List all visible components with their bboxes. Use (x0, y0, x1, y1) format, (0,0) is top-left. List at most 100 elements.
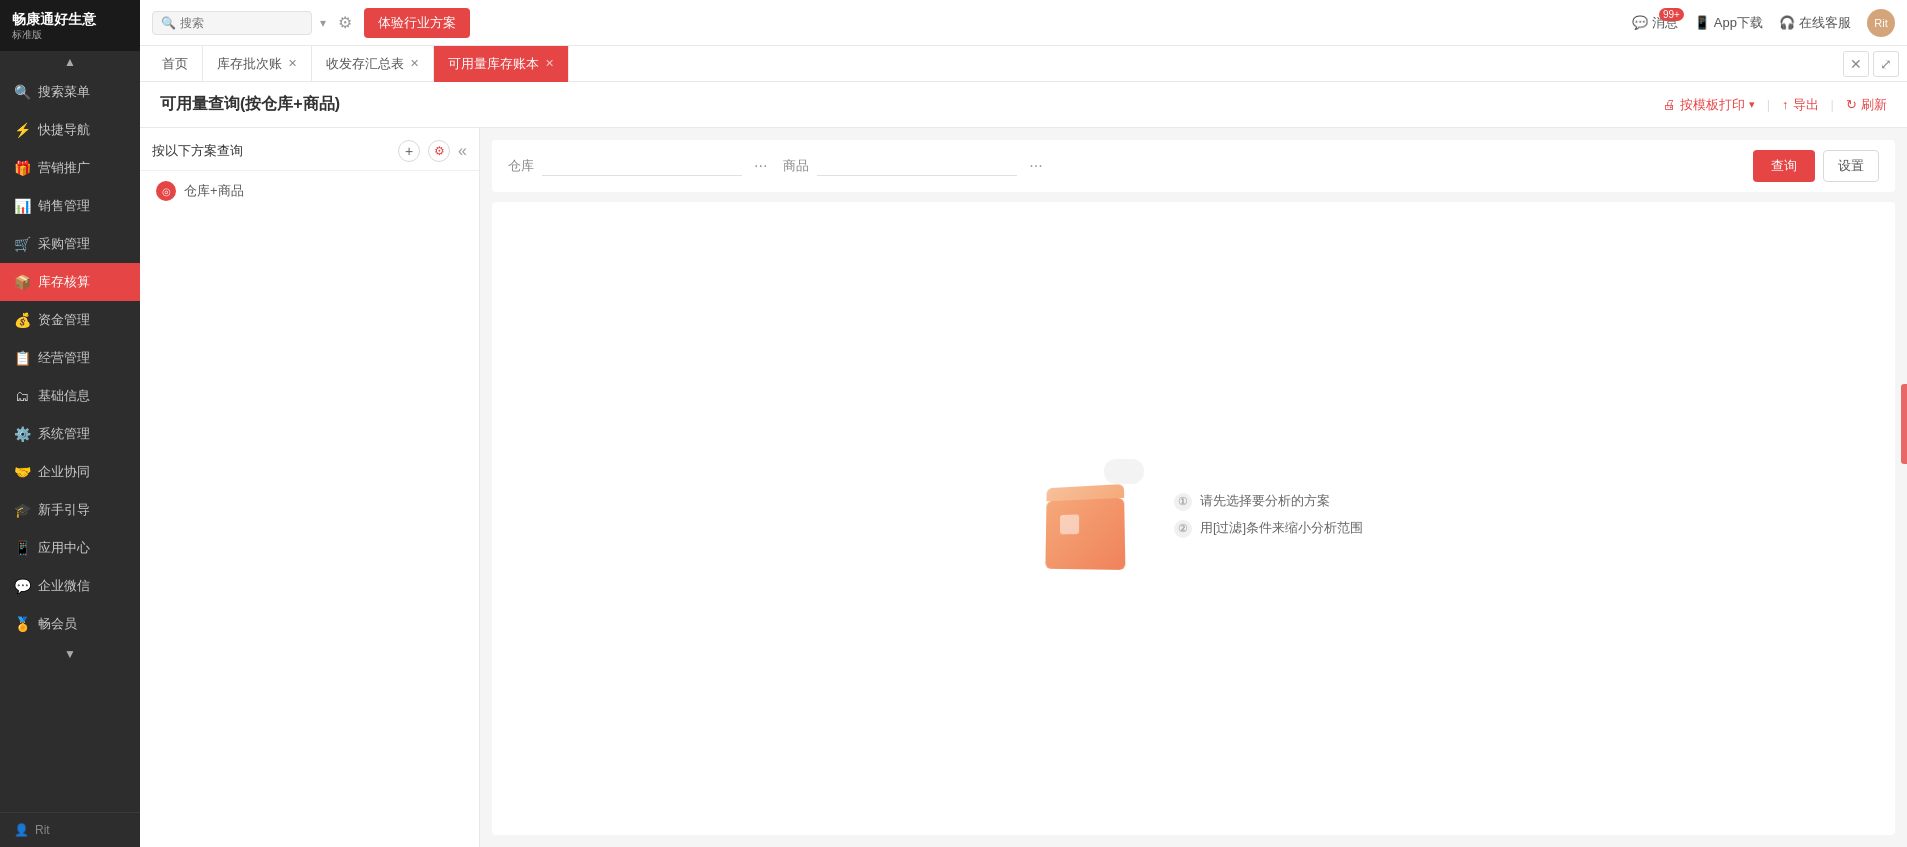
topbar-chevron-icon[interactable]: ▾ (320, 16, 326, 30)
sidebar-item-finance[interactable]: 💰 资金管理 (0, 301, 140, 339)
tab-receive-summary[interactable]: 收发存汇总表 ✕ (312, 46, 434, 82)
filter-item-label: 仓库+商品 (184, 182, 244, 200)
sidebar-item-label: 采购管理 (38, 235, 90, 253)
sidebar-item-label: 销售管理 (38, 197, 90, 215)
print-chevron-icon: ▾ (1749, 98, 1755, 111)
app-center-icon: 📱 (14, 540, 30, 556)
sidebar-item-onboarding[interactable]: 🎓 新手引导 (0, 491, 140, 529)
brand-badge: 标准版 (12, 28, 128, 41)
sidebar-item-search[interactable]: 🔍 搜索菜单 (0, 73, 140, 111)
sidebar-item-label: 经营管理 (38, 349, 90, 367)
member-icon: 🏅 (14, 616, 30, 632)
sidebar-scroll-up[interactable]: ▲ (0, 51, 140, 73)
tip-text-2: 用[过滤]条件来缩小分析范围 (1200, 519, 1363, 537)
main-area: 🔍 ▾ ⚙ 体验行业方案 💬 消息 99+ 📱 App下载 🎧 在线客服 Rit (140, 0, 1907, 847)
empty-state: ① 请先选择要分析的方案 ② 用[过滤]条件来缩小分析范围 (492, 202, 1895, 835)
tab-home-label: 首页 (162, 55, 188, 73)
query-actions: 查询 设置 (1753, 150, 1879, 182)
topbar-search-box[interactable]: 🔍 (152, 11, 312, 35)
sidebar-item-app-center[interactable]: 📱 应用中心 (0, 529, 140, 567)
inventory-icon: 📦 (14, 274, 30, 290)
search-input[interactable] (180, 16, 280, 30)
sidebar-item-label: 畅会员 (38, 615, 77, 633)
sidebar-item-label: 系统管理 (38, 425, 90, 443)
settings-button[interactable]: 设置 (1823, 150, 1879, 182)
tabs-bar: 首页 库存批次账 ✕ 收发存汇总表 ✕ 可用量库存账本 ✕ ✕ ⤢ (140, 46, 1907, 82)
tab-expand-button[interactable]: ⤢ (1873, 51, 1899, 77)
brand-title: 畅康通好生意 (12, 10, 128, 28)
message-icon: 💬 (1632, 15, 1648, 30)
message-badge: 99+ (1659, 8, 1684, 21)
product-input[interactable] (817, 156, 1017, 176)
sidebar-item-sales[interactable]: 📊 销售管理 (0, 187, 140, 225)
filter-item-warehouse-product[interactable]: ◎ 仓库+商品 (140, 171, 479, 211)
tab-available-stock-close[interactable]: ✕ (545, 57, 554, 70)
tip-text-1: 请先选择要分析的方案 (1200, 492, 1330, 510)
tab-receive-summary-close[interactable]: ✕ (410, 57, 419, 70)
tab-available-stock[interactable]: 可用量库存账本 ✕ (434, 46, 569, 82)
warehouse-more-icon[interactable]: ··· (750, 157, 771, 175)
sidebar-footer: 👤 Rit (0, 812, 140, 847)
scroll-hint (1901, 384, 1907, 464)
tip-num-2: ② (1174, 520, 1192, 538)
print-button[interactable]: 🖨 按模板打印 ▾ (1663, 96, 1755, 114)
product-label: 商品 (783, 157, 809, 175)
marketing-icon: 🎁 (14, 160, 30, 176)
empty-illustration (1024, 459, 1144, 579)
tab-batch-account[interactable]: 库存批次账 ✕ (203, 46, 312, 82)
page-actions: 🖨 按模板打印 ▾ | ↑ 导出 | ↻ 刷新 (1663, 96, 1887, 114)
system-icon: ⚙️ (14, 426, 30, 442)
sidebar-item-operations[interactable]: 📋 经营管理 (0, 339, 140, 377)
industry-solution-button[interactable]: 体验行业方案 (364, 8, 470, 38)
refresh-button[interactable]: ↻ 刷新 (1846, 96, 1887, 114)
warehouse-input[interactable] (542, 156, 742, 176)
sidebar-item-base-info[interactable]: 🗂 基础信息 (0, 377, 140, 415)
page-header: 可用量查询(按仓库+商品) 🖨 按模板打印 ▾ | ↑ 导出 | ↻ 刷新 (140, 82, 1907, 128)
sidebar-item-label: 库存核算 (38, 273, 90, 291)
message-button[interactable]: 💬 消息 99+ (1632, 14, 1678, 32)
filter-collapse-button[interactable]: « (458, 142, 467, 160)
export-label: 导出 (1793, 96, 1819, 114)
empty-tip-1: ① 请先选择要分析的方案 (1174, 492, 1363, 511)
page-title: 可用量查询(按仓库+商品) (160, 94, 340, 115)
product-field: 商品 ··· (783, 156, 1046, 176)
export-button[interactable]: ↑ 导出 (1782, 96, 1819, 114)
sidebar-brand: 畅康通好生意 标准版 (0, 0, 140, 51)
topbar-gear-icon[interactable]: ⚙ (334, 9, 356, 36)
tab-batch-account-label: 库存批次账 (217, 55, 282, 73)
headset-icon: 🎧 (1779, 15, 1795, 30)
box-illustration (1045, 497, 1125, 569)
sidebar-item-wechat[interactable]: 💬 企业微信 (0, 567, 140, 605)
avatar[interactable]: Rit (1867, 9, 1895, 37)
app-download-button[interactable]: 📱 App下载 (1694, 14, 1763, 32)
sidebar-item-inventory[interactable]: 📦 库存核算 (0, 263, 140, 301)
online-service-button[interactable]: 🎧 在线客服 (1779, 14, 1851, 32)
filter-add-button[interactable]: + (398, 140, 420, 162)
right-panel: 仓库 ··· 商品 ··· 查询 设置 (480, 128, 1907, 847)
export-icon: ↑ (1782, 97, 1789, 112)
tab-batch-account-close[interactable]: ✕ (288, 57, 297, 70)
query-filter-row: 仓库 ··· 商品 ··· 查询 设置 (492, 140, 1895, 192)
sidebar-item-enterprise[interactable]: 🤝 企业协同 (0, 453, 140, 491)
print-icon: 🖨 (1663, 97, 1676, 112)
online-service-label: 在线客服 (1799, 14, 1851, 32)
empty-tips: ① 请先选择要分析的方案 ② 用[过滤]条件来缩小分析范围 (1174, 492, 1363, 546)
warehouse-label: 仓库 (508, 157, 534, 175)
product-more-icon[interactable]: ··· (1025, 157, 1046, 175)
topbar: 🔍 ▾ ⚙ 体验行业方案 💬 消息 99+ 📱 App下载 🎧 在线客服 Rit (140, 0, 1907, 46)
filter-settings-button[interactable]: ⚙ (428, 140, 450, 162)
sidebar-item-label: 企业协同 (38, 463, 90, 481)
base-info-icon: 🗂 (14, 388, 30, 404)
sidebar-item-member[interactable]: 🏅 畅会员 (0, 605, 140, 643)
sidebar-item-system[interactable]: ⚙️ 系统管理 (0, 415, 140, 453)
wechat-icon: 💬 (14, 578, 30, 594)
topbar-right-actions: 💬 消息 99+ 📱 App下载 🎧 在线客服 Rit (1632, 9, 1895, 37)
tab-close-all-button[interactable]: ✕ (1843, 51, 1869, 77)
tab-home[interactable]: 首页 (148, 46, 203, 82)
sidebar-item-purchase[interactable]: 🛒 采购管理 (0, 225, 140, 263)
sidebar-scroll-down[interactable]: ▼ (0, 643, 140, 665)
sidebar-item-label: 基础信息 (38, 387, 90, 405)
sidebar-item-marketing[interactable]: 🎁 营销推广 (0, 149, 140, 187)
sidebar-item-quick-nav[interactable]: ⚡ 快捷导航 (0, 111, 140, 149)
query-button[interactable]: 查询 (1753, 150, 1815, 182)
